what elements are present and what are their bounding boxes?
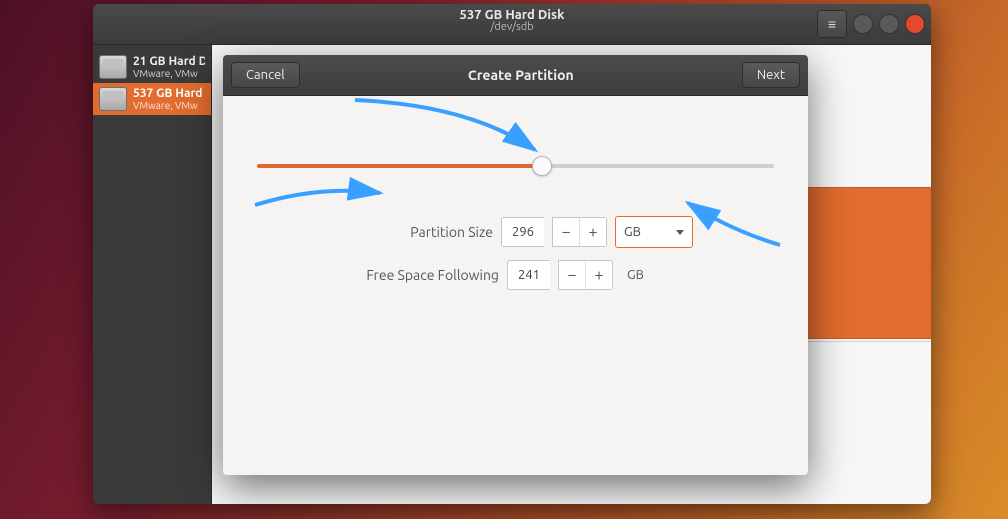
disk-vendor: VMware, VMw <box>133 100 205 111</box>
desktop-background: 537 GB Hard Disk /dev/sdb ≡ 21 GB Hard D… <box>0 0 1008 519</box>
partition-size-row: Partition Size 296 − + GB <box>338 216 693 248</box>
decrement-button[interactable]: − <box>553 218 579 246</box>
decrement-button[interactable]: − <box>559 261 585 289</box>
size-unit-value: GB <box>624 225 641 239</box>
sidebar-disk-item[interactable]: 21 GB Hard D VMware, VMw <box>93 51 211 83</box>
main-titlebar: 537 GB Hard Disk /dev/sdb ≡ <box>93 4 931 45</box>
close-button[interactable] <box>905 14 925 34</box>
slider-fill <box>257 164 541 168</box>
partition-size-stepper: − + <box>552 217 607 247</box>
size-unit-dropdown[interactable]: GB <box>615 216 693 248</box>
free-space-row: Free Space Following 241 − + GB <box>344 260 687 290</box>
slider-thumb[interactable] <box>532 156 552 176</box>
increment-button[interactable]: + <box>585 261 612 289</box>
sidebar-disk-item[interactable]: 537 GB Hard D VMware, VMw <box>93 83 211 115</box>
size-slider[interactable] <box>257 146 774 186</box>
hamburger-icon: ≡ <box>828 16 836 32</box>
dialog-title: Create Partition <box>468 67 574 83</box>
free-space-label: Free Space Following <box>344 267 499 283</box>
main-window-subtitle: /dev/sdb <box>93 21 931 33</box>
next-button[interactable]: Next <box>742 62 800 88</box>
minus-icon: − <box>561 223 570 241</box>
chevron-down-icon <box>676 230 684 235</box>
increment-button[interactable]: + <box>579 218 606 246</box>
plus-icon: + <box>594 266 603 284</box>
hard-disk-icon <box>99 55 127 79</box>
plus-icon: + <box>588 223 597 241</box>
minus-icon: − <box>567 266 576 284</box>
free-space-input[interactable]: 241 <box>507 260 550 290</box>
minimize-button[interactable] <box>853 14 873 34</box>
maximize-button[interactable] <box>879 14 899 34</box>
free-space-stepper: − + <box>558 260 613 290</box>
create-partition-dialog: Cancel Create Partition Next Partition S… <box>223 55 808 475</box>
disk-name: 537 GB Hard D <box>133 87 205 100</box>
hard-disk-icon <box>99 87 127 111</box>
partition-size-input[interactable]: 296 <box>501 217 544 247</box>
partition-size-label: Partition Size <box>338 224 493 240</box>
main-window-title: 537 GB Hard Disk <box>93 8 931 22</box>
dialog-header: Cancel Create Partition Next <box>223 55 808 96</box>
disk-vendor: VMware, VMw <box>133 68 205 79</box>
disk-name: 21 GB Hard D <box>133 55 205 68</box>
disk-sidebar: 21 GB Hard D VMware, VMw 537 GB Hard D V… <box>93 45 212 504</box>
free-space-unit: GB <box>621 268 687 282</box>
cancel-button[interactable]: Cancel <box>231 62 300 88</box>
main-title-block: 537 GB Hard Disk /dev/sdb <box>93 8 931 33</box>
hamburger-menu-button[interactable]: ≡ <box>817 10 847 38</box>
